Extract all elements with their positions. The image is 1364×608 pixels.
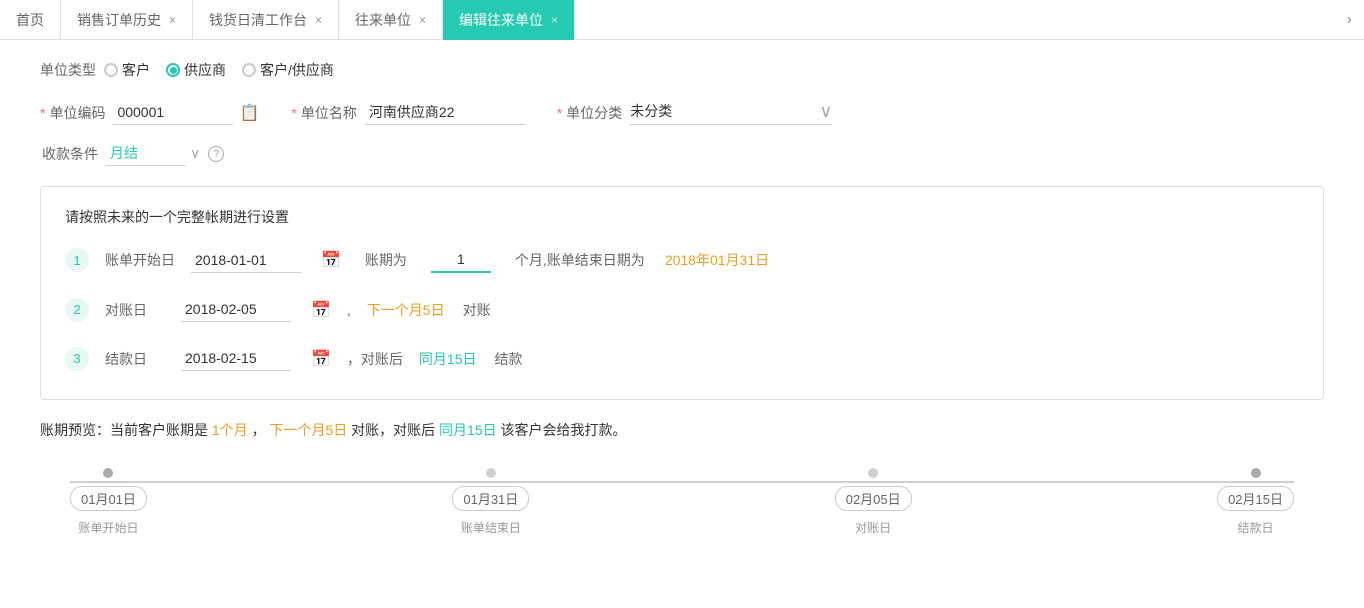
tab-bar: 首页 销售订单历史 × 钱货日清工作台 × 往来单位 × 编辑往来单位 × › [0,0,1364,40]
row-desc-1a: 账期为 [365,250,407,270]
unit-type-radio-group: 客户 供应商 客户/供应商 [104,60,334,80]
tab-home[interactable]: 首页 [0,0,61,40]
node-sub-1: 账单开始日 [78,519,138,536]
preview-text: 账期预览：当前客户账期是 1个月 ， 下一个月5日 对账，对账后 同月15日 该… [40,420,1324,440]
name-required: * [291,105,296,121]
preview-mid1: ， [252,422,266,438]
timeline-node-4: 02月15日 结款日 [1217,464,1294,536]
payment-same-date: 同月15日 [419,349,477,369]
unit-type-label: 单位类型 [40,60,96,80]
node-badge-2: 01月31日 [452,486,529,511]
setting-row-3: 3 结款日 📅 ，对账后 同月15日 结款 [65,346,1299,371]
node-dot-2 [486,468,496,478]
tab-sales-history[interactable]: 销售订单历史 × [61,0,193,40]
row-label-3: 结款日 [105,349,165,369]
timeline-container: 01月01日 账单开始日 01月31日 账单结束日 02月05日 对账日 02月… [40,464,1324,536]
payment-help-icon[interactable]: ? [208,146,224,162]
classify-arrow-icon[interactable]: ∨ [819,101,832,122]
name-field-group [365,100,525,125]
tab-edit-partner[interactable]: 编辑往来单位 × [443,0,575,40]
preview-period: 1个月 [212,422,248,438]
unit-name-item: * 单位名称 [291,100,524,125]
tab-cash-work[interactable]: 钱货日清工作台 × [193,0,339,40]
panel-title: 请按照未来的一个完整帐期进行设置 [65,207,1299,227]
classify-input[interactable] [630,103,811,119]
setting-row-2: 2 对账日 📅 , 下一个月5日 对账 [65,297,1299,322]
node-dot-1 [103,468,113,478]
row-desc-2a: , [347,302,351,318]
row-num-1: 1 [65,248,89,272]
start-date-input[interactable] [191,248,301,273]
reconcile-next-date: 下一个月5日 [367,300,445,320]
code-copy-icon[interactable]: 📋 [239,103,259,123]
tab-more-arrow[interactable]: › [1335,11,1364,29]
node-sub-2: 账单结束日 [461,519,521,536]
node-sub-4: 结款日 [1238,519,1274,536]
setting-row-1: 1 账单开始日 📅 账期为 个月,账单结束日期为 2018年01月31日 [65,247,1299,273]
node-sub-3: 对账日 [855,519,891,536]
unit-code-item: * 单位编码 📋 [40,100,259,125]
settings-panel: 请按照未来的一个完整帐期进行设置 1 账单开始日 📅 账期为 个月,账单结束日期… [40,186,1324,400]
payment-dropdown[interactable]: 月结 ∨ [106,141,200,166]
row-desc-3a: ，对账后 [347,349,403,369]
radio-circle-both [242,63,256,77]
close-cash-work[interactable]: × [315,13,322,27]
payment-label: 收款条件 [42,144,98,164]
node-badge-3: 02月05日 [835,486,912,511]
payment-date-input[interactable] [181,346,291,371]
payment-date-cal-icon[interactable]: 📅 [311,349,331,369]
row-num-3: 3 [65,347,89,371]
preview-same-date: 同月15日 [439,422,497,438]
code-input[interactable] [113,100,233,125]
radio-customer[interactable]: 客户 [104,60,150,80]
code-label: 单位编码 [49,103,105,123]
row-num-2: 2 [65,298,89,322]
row-desc-2b: 对账 [463,300,491,320]
timeline-nodes: 01月01日 账单开始日 01月31日 账单结束日 02月05日 对账日 02月… [70,464,1294,536]
node-badge-4: 02月15日 [1217,486,1294,511]
code-name-classify-row: * 单位编码 📋 * 单位名称 * 单位分类 ∨ [40,100,1324,125]
node-dot-3 [868,468,878,478]
row-desc-1b: 个月,账单结束日期为 [515,250,645,270]
row-label-1: 账单开始日 [105,250,175,270]
payment-row: 收款条件 月结 ∨ ? [42,141,1324,166]
period-num-input[interactable] [431,247,491,273]
reconcile-date-input[interactable] [181,297,291,322]
node-dot-4 [1251,468,1261,478]
name-input[interactable] [365,100,525,125]
radio-circle-supplier [166,63,180,77]
period-end-date: 2018年01月31日 [665,250,769,270]
radio-both[interactable]: 客户/供应商 [242,60,334,80]
close-sales-history[interactable]: × [169,13,176,27]
timeline-node-2: 01月31日 账单结束日 [452,464,529,536]
row-label-2: 对账日 [105,300,165,320]
preview-mid2: 对账，对账后 [351,422,435,438]
main-content: 单位类型 客户 供应商 客户/供应商 * 单位编码 📋 [0,40,1364,608]
reconcile-date-cal-icon[interactable]: 📅 [311,300,331,320]
row-desc-3b: 结款 [495,349,523,369]
payment-arrow-icon: ∨ [190,145,200,162]
radio-supplier[interactable]: 供应商 [166,60,226,80]
code-field-group: 📋 [113,100,259,125]
timeline-node-1: 01月01日 账单开始日 [70,464,147,536]
payment-select[interactable]: 月结 [106,141,186,166]
close-edit-partner[interactable]: × [551,13,558,27]
unit-classify-item: * 单位分类 ∨ [557,101,833,125]
unit-type-row: 单位类型 客户 供应商 客户/供应商 [40,60,1324,80]
node-badge-1: 01月01日 [70,486,147,511]
name-label: 单位名称 [301,103,357,123]
classify-dropdown[interactable]: ∨ [630,101,832,125]
radio-circle-customer [104,63,118,77]
classify-required: * [557,105,562,121]
tab-partners[interactable]: 往来单位 × [339,0,443,40]
preview-prefix: 账期预览：当前客户账期是 [40,422,208,438]
timeline-node-3: 02月05日 对账日 [835,464,912,536]
preview-next-date: 下一个月5日 [269,422,347,438]
classify-label: 单位分类 [566,103,622,123]
close-partners[interactable]: × [419,13,426,27]
code-required: * [40,105,45,121]
start-date-cal-icon[interactable]: 📅 [321,250,341,270]
preview-suffix: 该客户会给我打款。 [501,422,627,438]
